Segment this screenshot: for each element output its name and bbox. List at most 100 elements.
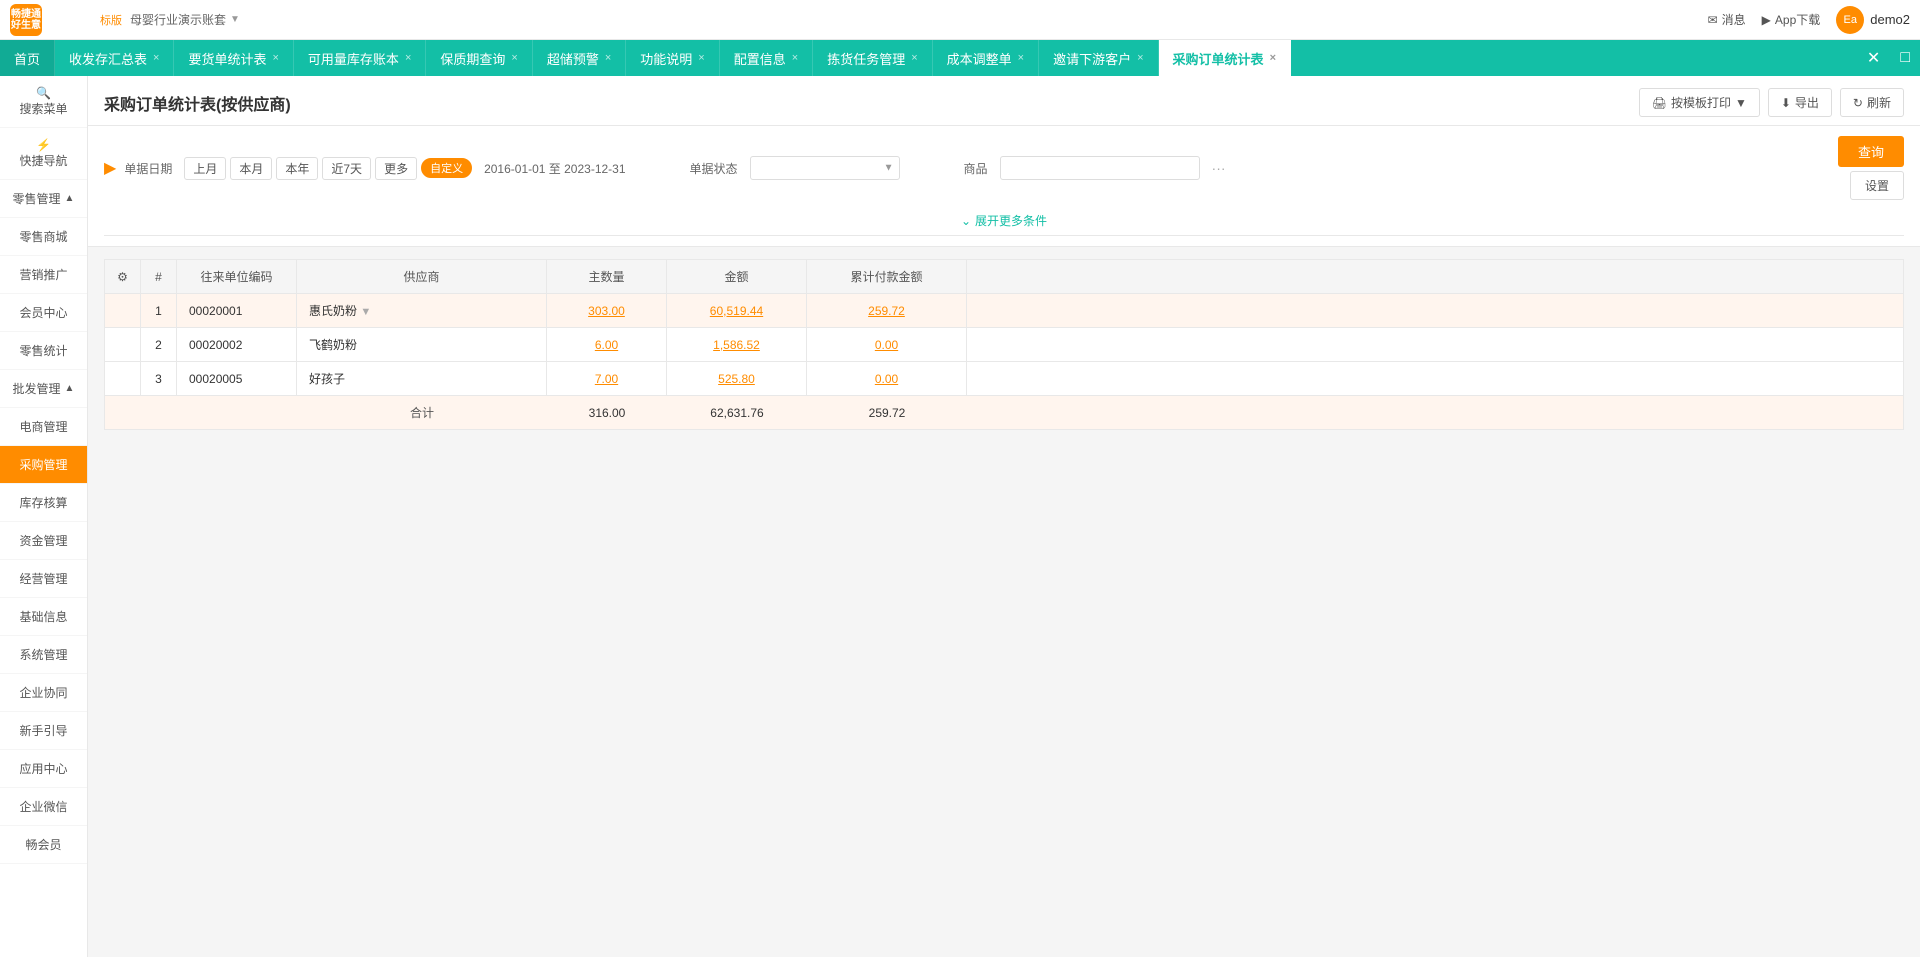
export-btn-label: 导出 bbox=[1795, 94, 1819, 111]
sidebar-item-retail-shop[interactable]: 零售商城 bbox=[0, 218, 87, 256]
goods-input[interactable] bbox=[1000, 156, 1200, 180]
nav-maximize-btn[interactable]: □ bbox=[1890, 40, 1920, 76]
nav-tab-11-close-icon[interactable]: × bbox=[1270, 52, 1276, 64]
print-dropdown-icon: ▼ bbox=[1735, 96, 1747, 110]
table-row: 3 00020005 好孩子 7.00 525.80 0.00 bbox=[105, 362, 1904, 396]
sidebar-item-corp-wechat[interactable]: 企业微信 bbox=[0, 788, 87, 826]
sidebar-item-purchase[interactable]: 采购管理 bbox=[0, 446, 87, 484]
nav-tab-6-close-icon[interactable]: × bbox=[698, 52, 704, 64]
nav-tab-7-close-icon[interactable]: × bbox=[792, 52, 798, 64]
th-paid: 累计付款金额 bbox=[807, 260, 967, 294]
row-1-expand-icon[interactable]: ▼ bbox=[360, 306, 371, 318]
settings-btn[interactable]: 设置 bbox=[1850, 171, 1904, 200]
nav-close-btn[interactable]: ✕ bbox=[1857, 40, 1890, 76]
nav-tab-home[interactable]: 首页 bbox=[0, 40, 55, 76]
row-2-amount[interactable]: 1,586.52 bbox=[667, 328, 807, 362]
row-1-qty[interactable]: 303.00 bbox=[547, 294, 667, 328]
nav-tab-4-close-icon[interactable]: × bbox=[511, 52, 517, 64]
footer-amount: 62,631.76 bbox=[667, 406, 807, 420]
sidebar-item-inventory[interactable]: 库存核算 bbox=[0, 484, 87, 522]
date-btn-this-year[interactable]: 本年 bbox=[276, 157, 318, 180]
nav-tab-2[interactable]: 要货单统计表 × bbox=[174, 40, 293, 76]
table-header: ⚙ # 往来单位编码 供应商 主数量 金额 累计付款金额 bbox=[105, 260, 1904, 294]
app-download-btn[interactable]: ▶ App下载 bbox=[1762, 11, 1821, 28]
user-avatar: Ea bbox=[1836, 6, 1864, 34]
nav-tab-4[interactable]: 保质期查询 × bbox=[426, 40, 532, 76]
sidebar-search[interactable]: 🔍 搜索菜单 bbox=[0, 76, 87, 128]
query-btn[interactable]: 查询 bbox=[1838, 136, 1904, 167]
nav-tab-5-close-icon[interactable]: × bbox=[605, 52, 611, 64]
sidebar-item-app-center[interactable]: 应用中心 bbox=[0, 750, 87, 788]
nav-tab-8[interactable]: 拣货任务管理 × bbox=[813, 40, 932, 76]
row-2-qty[interactable]: 6.00 bbox=[547, 328, 667, 362]
date-btn-this-month[interactable]: 本月 bbox=[230, 157, 272, 180]
sidebar-item-finance[interactable]: 资金管理 bbox=[0, 522, 87, 560]
goods-more-icon[interactable]: ··· bbox=[1212, 160, 1226, 176]
row-1-settings bbox=[105, 294, 141, 328]
sidebar-item-member-vip[interactable]: 畅会员 bbox=[0, 826, 87, 864]
row-1-amount[interactable]: 60,519.44 bbox=[667, 294, 807, 328]
row-3-qty[interactable]: 7.00 bbox=[547, 362, 667, 396]
sidebar-item-retail-mgmt[interactable]: 零售管理 ▲ bbox=[0, 180, 87, 218]
status-select[interactable] bbox=[750, 156, 900, 180]
date-btn-last-month[interactable]: 上月 bbox=[184, 157, 226, 180]
th-settings[interactable]: ⚙ bbox=[105, 260, 141, 294]
sidebar-item-retail-stat[interactable]: 零售统计 bbox=[0, 332, 87, 370]
user-area[interactable]: Ea demo2 bbox=[1836, 6, 1910, 34]
sidebar-item-new-guide[interactable]: 新手引导 bbox=[0, 712, 87, 750]
row-3-paid[interactable]: 0.00 bbox=[807, 362, 967, 396]
nav-tab-6[interactable]: 功能说明 × bbox=[626, 40, 719, 76]
nav-tab-1[interactable]: 收发存汇总表 × bbox=[55, 40, 174, 76]
refresh-btn[interactable]: ↻ 刷新 bbox=[1840, 88, 1904, 117]
user-name: demo2 bbox=[1870, 12, 1910, 27]
filter-collapse-btn[interactable]: ▶ bbox=[104, 158, 116, 178]
row-3-extra bbox=[967, 362, 1904, 396]
sidebar-retail-mgmt-label: 零售管理 bbox=[13, 190, 61, 207]
row-3-amount[interactable]: 525.80 bbox=[667, 362, 807, 396]
row-1-paid[interactable]: 259.72 bbox=[807, 294, 967, 328]
nav-tab-9-close-icon[interactable]: × bbox=[1018, 52, 1024, 64]
sidebar-item-marketing[interactable]: 营销推广 bbox=[0, 256, 87, 294]
nav-tab-11[interactable]: 采购订单统计表 × bbox=[1159, 40, 1291, 76]
date-btn-more[interactable]: 更多 bbox=[375, 157, 417, 180]
nav-tab-1-close-icon[interactable]: × bbox=[153, 52, 159, 64]
export-btn[interactable]: ⬇ 导出 bbox=[1768, 88, 1832, 117]
nav-tab-3[interactable]: 可用量库存账本 × bbox=[294, 40, 426, 76]
sidebar-operations-label: 经营管理 bbox=[19, 572, 67, 586]
workspace-selector[interactable]: 母婴行业演示账套 ▼ bbox=[122, 11, 248, 28]
sidebar-item-wholesale[interactable]: 批发管理 ▲ bbox=[0, 370, 87, 408]
sidebar-ecommerce-label: 电商管理 bbox=[19, 420, 67, 434]
message-btn[interactable]: ✉ 消息 bbox=[1708, 11, 1746, 28]
workspace-label: 母婴行业演示账套 bbox=[130, 11, 226, 28]
th-amount: 金额 bbox=[667, 260, 807, 294]
quicknav-icon: ⚡ bbox=[36, 138, 51, 152]
row-2-paid[interactable]: 0.00 bbox=[807, 328, 967, 362]
nav-tab-10[interactable]: 邀请下游客户 × bbox=[1039, 40, 1158, 76]
nav-tab-4-label: 保质期查询 bbox=[440, 49, 505, 68]
app-download-label: App下载 bbox=[1775, 11, 1820, 28]
date-btn-7days[interactable]: 近7天 bbox=[322, 157, 371, 180]
search-icon: 🔍 bbox=[36, 86, 51, 100]
expand-conditions-btn[interactable]: ⌄ 展开更多条件 bbox=[961, 212, 1047, 229]
sidebar-item-system[interactable]: 系统管理 bbox=[0, 636, 87, 674]
goods-filter-label: 商品 bbox=[964, 160, 988, 177]
sidebar-member-vip-label: 畅会员 bbox=[25, 838, 61, 852]
sidebar-item-corp-collab[interactable]: 企业协同 bbox=[0, 674, 87, 712]
sidebar-item-member[interactable]: 会员中心 bbox=[0, 294, 87, 332]
nav-tab-2-close-icon[interactable]: × bbox=[272, 52, 278, 64]
print-btn[interactable]: 🖨 按模板打印 ▼ bbox=[1639, 88, 1760, 117]
sidebar-item-basic-info[interactable]: 基础信息 bbox=[0, 598, 87, 636]
nav-tab-5[interactable]: 超储预警 × bbox=[533, 40, 626, 76]
sidebar-quicknav[interactable]: ⚡ 快捷导航 bbox=[0, 128, 87, 180]
sidebar-item-operations[interactable]: 经营管理 bbox=[0, 560, 87, 598]
sidebar-item-ecommerce[interactable]: 电商管理 bbox=[0, 408, 87, 446]
nav-tab-3-close-icon[interactable]: × bbox=[405, 52, 411, 64]
nav-tab-10-label: 邀请下游客户 bbox=[1053, 49, 1131, 68]
nav-tab-10-close-icon[interactable]: × bbox=[1137, 52, 1143, 64]
nav-tab-9[interactable]: 成本调整单 × bbox=[933, 40, 1039, 76]
export-icon: ⬇ bbox=[1781, 96, 1791, 110]
nav-tab-7[interactable]: 配置信息 × bbox=[720, 40, 813, 76]
table-body: 1 00020001 惠氏奶粉 ▼ 303.00 60,519.44 259.7… bbox=[105, 294, 1904, 396]
nav-tab-2-label: 要货单统计表 bbox=[188, 49, 266, 68]
nav-tab-8-close-icon[interactable]: × bbox=[911, 52, 917, 64]
